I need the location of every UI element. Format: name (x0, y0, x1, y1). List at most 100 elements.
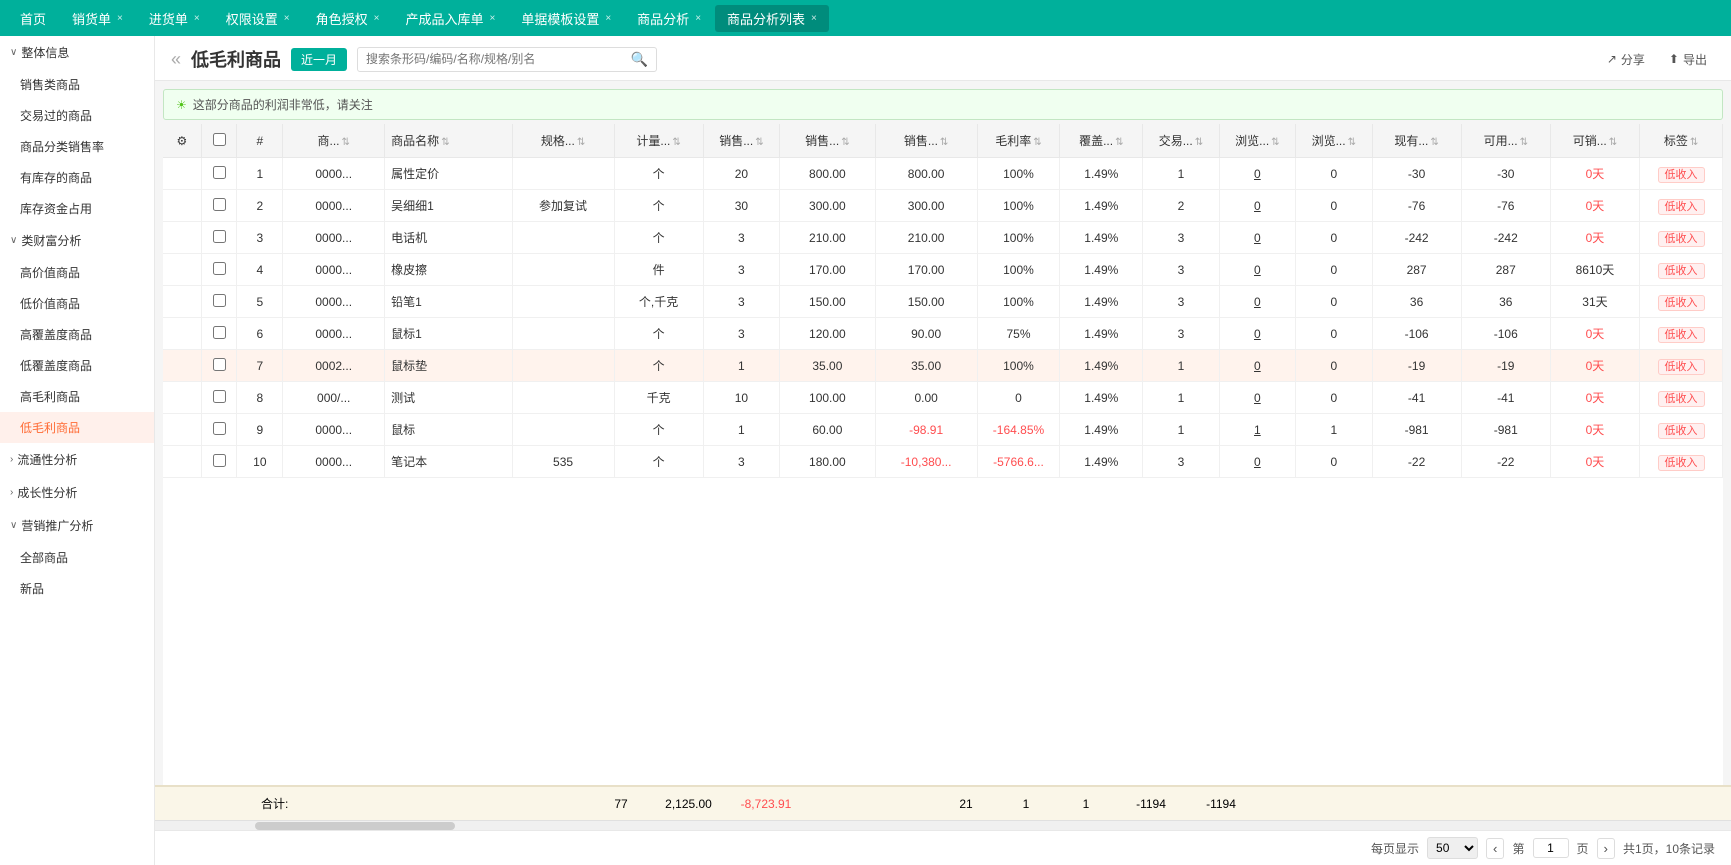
col-trade-header[interactable]: 交易...⇅ (1143, 124, 1219, 158)
nav-home[interactable]: 首页 (8, 5, 58, 32)
close-icon[interactable]: × (695, 13, 701, 24)
row-name: 铅笔1 (385, 286, 512, 318)
select-all-checkbox[interactable] (213, 133, 226, 146)
col-avail-header[interactable]: 可用...⇅ (1461, 124, 1550, 158)
col-sale-profit-header[interactable]: 销售...⇅ (875, 124, 977, 158)
col-settings[interactable]: ⚙ (163, 124, 201, 158)
nav-roles[interactable]: 角色授权 × (304, 5, 392, 32)
row-view1[interactable]: 0 (1219, 286, 1295, 318)
filter-recent-month[interactable]: 近一月 (291, 48, 347, 71)
nav-product-analysis-list[interactable]: 商品分析列表 × (715, 5, 829, 32)
sidebar-item-low-coverage[interactable]: 低覆盖度商品 (0, 350, 154, 381)
row-view1[interactable]: 0 (1219, 158, 1295, 190)
row-checkbox[interactable] (201, 190, 237, 222)
col-spec-header[interactable]: 规格...⇅ (512, 124, 614, 158)
close-icon[interactable]: × (194, 13, 200, 24)
nav-product-analysis[interactable]: 商品分析 × (625, 5, 713, 32)
row-select-checkbox[interactable] (213, 262, 226, 275)
sidebar-item-high-value[interactable]: 高价值商品 (0, 257, 154, 288)
row-checkbox[interactable] (201, 318, 237, 350)
sidebar-item-high-margin[interactable]: 高毛利商品 (0, 381, 154, 412)
sidebar-item-low-value[interactable]: 低价值商品 (0, 288, 154, 319)
row-select-checkbox[interactable] (213, 358, 226, 371)
row-checkbox[interactable] (201, 254, 237, 286)
row-view1[interactable]: 0 (1219, 190, 1295, 222)
row-checkbox[interactable] (201, 382, 237, 414)
share-button[interactable]: ↗ 分享 (1599, 48, 1653, 71)
row-view1[interactable]: 0 (1219, 446, 1295, 478)
sidebar-item-all-goods[interactable]: 全部商品 (0, 542, 154, 573)
collapse-sidebar-icon[interactable]: « (171, 49, 181, 70)
nav-purchase[interactable]: 进货单 × (137, 5, 212, 32)
row-select-checkbox[interactable] (213, 230, 226, 243)
sidebar-item-sales-goods[interactable]: 销售类商品 (0, 69, 154, 100)
sidebar-item-category-sales-rate[interactable]: 商品分类销售率 (0, 131, 154, 162)
close-icon[interactable]: × (605, 13, 611, 24)
row-select-checkbox[interactable] (213, 294, 226, 307)
col-gross-header[interactable]: 毛利率⇅ (977, 124, 1060, 158)
export-button[interactable]: ⬆ 导出 (1661, 48, 1715, 71)
row-view1[interactable]: 0 (1219, 350, 1295, 382)
sidebar-item-inventory-capital[interactable]: 库存资金占用 (0, 193, 154, 224)
next-page-button[interactable]: › (1597, 838, 1615, 859)
row-checkbox[interactable] (201, 446, 237, 478)
col-sale-price-header[interactable]: 销售...⇅ (780, 124, 876, 158)
sidebar-group-growth[interactable]: › 成长性分析 (0, 476, 154, 509)
sidebar-group-liquidity[interactable]: › 流通性分析 (0, 443, 154, 476)
sidebar-group-wealth[interactable]: ∨ 类财富分析 (0, 224, 154, 257)
row-view1[interactable]: 1 (1219, 414, 1295, 446)
sidebar-group-marketing[interactable]: ∨ 营销推广分析 (0, 509, 154, 542)
close-icon[interactable]: × (811, 13, 817, 24)
col-num: # (237, 124, 283, 158)
col-sellable-header[interactable]: 可销...⇅ (1550, 124, 1639, 158)
sidebar-group-overall[interactable]: ∨ 整体信息 (0, 36, 154, 69)
sidebar-item-high-coverage[interactable]: 高覆盖度商品 (0, 319, 154, 350)
col-tag-header[interactable]: 标签⇅ (1640, 124, 1723, 158)
col-view2-header[interactable]: 浏览...⇅ (1296, 124, 1372, 158)
nav-sales[interactable]: 销货单 × (60, 5, 135, 32)
row-checkbox[interactable] (201, 414, 237, 446)
close-icon[interactable]: × (284, 13, 290, 24)
row-select-checkbox[interactable] (213, 198, 226, 211)
search-input[interactable] (366, 52, 627, 66)
sidebar-item-low-margin[interactable]: 低毛利商品 (0, 412, 154, 443)
row-checkbox[interactable] (201, 222, 237, 254)
horizontal-scrollbar[interactable] (155, 820, 1731, 830)
nav-permissions[interactable]: 权限设置 × (214, 5, 302, 32)
page-number-input[interactable] (1533, 838, 1569, 858)
row-checkbox[interactable] (201, 350, 237, 382)
row-view1[interactable]: 0 (1219, 318, 1295, 350)
page-size-select[interactable]: 20 50 100 200 (1427, 837, 1478, 859)
row-select-checkbox[interactable] (213, 166, 226, 179)
col-unit-header[interactable]: 计量...⇅ (614, 124, 703, 158)
row-select-checkbox[interactable] (213, 454, 226, 467)
row-view1[interactable]: 0 (1219, 382, 1295, 414)
col-view1-header[interactable]: 浏览...⇅ (1219, 124, 1295, 158)
col-current-header[interactable]: 现有...⇅ (1372, 124, 1461, 158)
row-checkbox[interactable] (201, 158, 237, 190)
search-icon[interactable]: 🔍 (631, 51, 648, 68)
table-row: 3 0000... 电话机 个 3 210.00 210.00 100% 1.4… (163, 222, 1723, 254)
scroll-thumb[interactable] (255, 822, 455, 830)
nav-finished-goods[interactable]: 产成品入库单 × (393, 5, 507, 32)
close-icon[interactable]: × (117, 13, 123, 24)
row-qty: 3 (703, 446, 779, 478)
row-select-checkbox[interactable] (213, 326, 226, 339)
nav-template[interactable]: 单据模板设置 × (509, 5, 623, 32)
prev-page-button[interactable]: ‹ (1486, 838, 1504, 859)
row-view1[interactable]: 0 (1219, 222, 1295, 254)
row-view1[interactable]: 0 (1219, 254, 1295, 286)
close-icon[interactable]: × (374, 13, 380, 24)
row-select-checkbox[interactable] (213, 422, 226, 435)
col-cover-header[interactable]: 覆盖...⇅ (1060, 124, 1143, 158)
close-icon[interactable]: × (489, 13, 495, 24)
sidebar-item-stocked-goods[interactable]: 有库存的商品 (0, 162, 154, 193)
col-sale-qty-header[interactable]: 销售...⇅ (703, 124, 779, 158)
sidebar-item-traded-goods[interactable]: 交易过的商品 (0, 100, 154, 131)
col-name-header[interactable]: 商品名称⇅ (385, 124, 512, 158)
col-code-header[interactable]: 商...⇅ (283, 124, 385, 158)
sidebar-item-new-goods[interactable]: 新品 (0, 573, 154, 604)
row-select-checkbox[interactable] (213, 390, 226, 403)
row-checkbox[interactable] (201, 286, 237, 318)
col-check-all[interactable] (201, 124, 237, 158)
